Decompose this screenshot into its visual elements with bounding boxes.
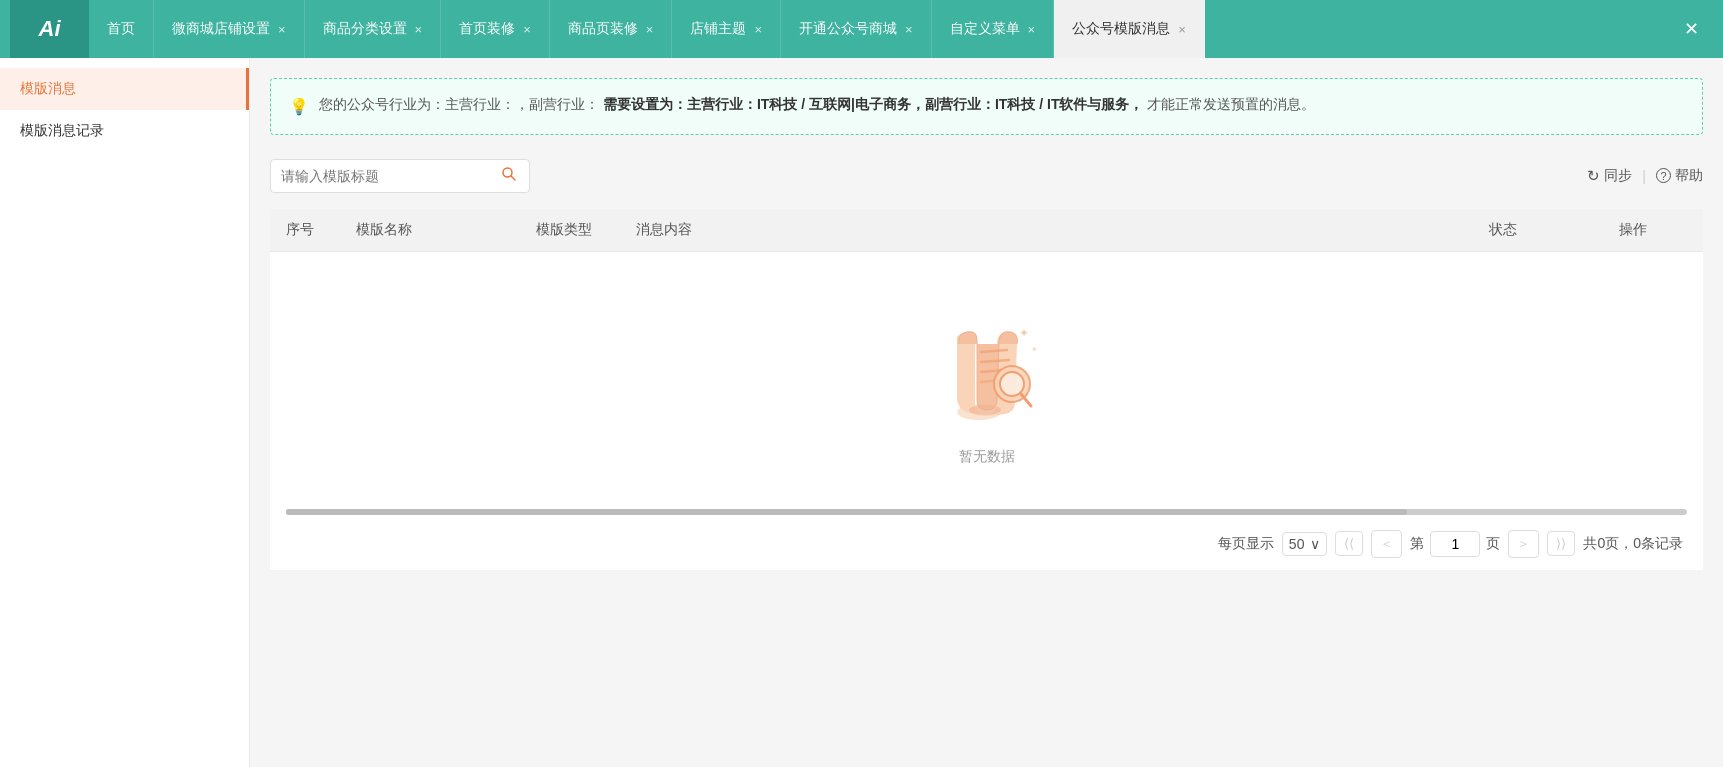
svg-text:✦: ✦ (1031, 345, 1038, 354)
sidebar-item-template-msg-label: 模版消息 (20, 80, 76, 96)
col-header-type: 模版类型 (520, 209, 620, 252)
nav-tab-weshop-setting[interactable]: 微商城店铺设置 × (154, 0, 305, 58)
notice-prefix: 您的公众号行业为：主营行业：，副营行业： (319, 96, 599, 112)
scrollbar-thumb (286, 509, 1407, 515)
sync-icon: ↻ (1587, 167, 1600, 185)
sidebar-item-template-msg-record[interactable]: 模版消息记录 (0, 110, 249, 152)
last-page-button[interactable]: ⟩⟩ (1547, 531, 1575, 556)
table-header-row: 序号 模版名称 模版类型 消息内容 状态 操作 (270, 209, 1703, 252)
empty-state: ✦ ✦ 暂无数据 (270, 252, 1703, 506)
notice-icon: 💡 (289, 94, 309, 120)
prev-page-button[interactable]: ＜ (1371, 530, 1402, 558)
per-page-value: 50 (1289, 536, 1305, 552)
search-input-wrap (270, 159, 530, 193)
help-button[interactable]: ? 帮助 (1656, 167, 1703, 185)
per-page-label: 每页显示 (1218, 535, 1274, 553)
empty-state-icon: ✦ ✦ (927, 312, 1047, 432)
chevron-down-icon: ∨ (1310, 536, 1320, 552)
nav-tab-template-message[interactable]: 公众号模版消息 × (1054, 0, 1205, 58)
next-page-button[interactable]: ＞ (1508, 530, 1539, 558)
nav-tab-store-theme[interactable]: 店铺主题 × (672, 0, 781, 58)
nav-tab-home[interactable]: 首页 (89, 0, 154, 58)
pagination: 每页显示 50 ∨ ⟨⟨ ＜ 第 页 ＞ ⟩⟩ 共0页，0条记录 (270, 518, 1703, 570)
notice-suffix: 才能正常发送预置的消息。 (1147, 96, 1315, 112)
svg-text:✦: ✦ (1019, 326, 1029, 340)
nav-tab-home-label: 首页 (107, 20, 135, 38)
sidebar-item-template-msg[interactable]: 模版消息 (0, 68, 249, 110)
sync-label: 同步 (1604, 167, 1632, 185)
col-header-name: 模版名称 (340, 209, 520, 252)
search-button[interactable] (499, 166, 519, 186)
nav-tab-product-page-decor-label: 商品页装修 (568, 20, 638, 38)
nav-tab-weshop-close[interactable]: × (278, 23, 286, 36)
top-nav: Ai 首页 微商城店铺设置 × 商品分类设置 × 首页装修 × 商品页装修 × … (0, 0, 1723, 58)
page-label-text: 第 (1410, 535, 1424, 553)
col-header-content: 消息内容 (620, 209, 1473, 252)
table-body: ✦ ✦ 暂无数据 (270, 251, 1703, 506)
svg-point-12 (969, 405, 1001, 415)
nav-tab-template-message-label: 公众号模版消息 (1072, 20, 1170, 38)
scrollbar-area (270, 506, 1703, 518)
app-logo: Ai (10, 0, 89, 58)
search-icon (501, 166, 517, 182)
search-bar: ↻ 同步 | ? 帮助 (270, 159, 1703, 193)
nav-tab-product-page-decor-close[interactable]: × (646, 23, 654, 36)
nav-tab-product-category-close[interactable]: × (415, 23, 423, 36)
sidebar: 模版消息 模版消息记录 (0, 58, 250, 767)
main-layout: 模版消息 模版消息记录 💡 您的公众号行业为：主营行业：，副营行业： 需要设置为… (0, 58, 1723, 767)
table-header: 序号 模版名称 模版类型 消息内容 状态 操作 (270, 209, 1703, 252)
empty-text: 暂无数据 (959, 448, 1015, 466)
nav-tab-open-wechat-mall[interactable]: 开通公众号商城 × (781, 0, 932, 58)
toolbar-divider: | (1642, 168, 1646, 184)
nav-tab-weshop-label: 微商城店铺设置 (172, 20, 270, 38)
toolbar-right: ↻ 同步 | ? 帮助 (1587, 167, 1703, 185)
help-icon: ? (1656, 168, 1671, 183)
data-table: 序号 模版名称 模版类型 消息内容 状态 操作 (270, 209, 1703, 506)
col-header-status: 状态 (1473, 209, 1603, 252)
nav-tab-home-decor-close[interactable]: × (523, 23, 531, 36)
search-input[interactable] (281, 168, 499, 184)
close-all-button[interactable]: ✕ (1670, 0, 1713, 58)
page-input-wrap: 第 页 (1410, 531, 1500, 557)
nav-tab-home-decor-label: 首页装修 (459, 20, 515, 38)
page-unit: 页 (1486, 535, 1500, 553)
nav-tab-open-wechat-mall-close[interactable]: × (905, 23, 913, 36)
nav-tab-open-wechat-mall-label: 开通公众号商城 (799, 20, 897, 38)
sidebar-item-template-msg-record-label: 模版消息记录 (20, 122, 104, 138)
per-page-select-wrap[interactable]: 50 ∨ (1282, 532, 1328, 556)
scrollbar-track (286, 509, 1687, 515)
col-header-action: 操作 (1603, 209, 1703, 252)
page-total: 共0页，0条记录 (1583, 535, 1683, 553)
help-label: 帮助 (1675, 167, 1703, 185)
table-wrapper: 序号 模版名称 模版类型 消息内容 状态 操作 (270, 209, 1703, 570)
nav-tab-product-page-decor[interactable]: 商品页装修 × (550, 0, 673, 58)
svg-point-8 (1000, 372, 1024, 396)
nav-tab-custom-menu-label: 自定义菜单 (950, 20, 1020, 38)
nav-tab-store-theme-close[interactable]: × (754, 23, 762, 36)
svg-line-1 (511, 176, 515, 180)
sync-button[interactable]: ↻ 同步 (1587, 167, 1632, 185)
nav-tab-store-theme-label: 店铺主题 (690, 20, 746, 38)
notice-text: 您的公众号行业为：主营行业：，副营行业： 需要设置为：主营行业：IT科技 / 互… (319, 93, 1684, 115)
content-area: 💡 您的公众号行业为：主营行业：，副营行业： 需要设置为：主营行业：IT科技 /… (250, 58, 1723, 767)
nav-tabs: 首页 微商城店铺设置 × 商品分类设置 × 首页装修 × 商品页装修 × 店铺主… (89, 0, 1670, 58)
first-page-button[interactable]: ⟨⟨ (1335, 531, 1363, 556)
nav-tab-custom-menu-close[interactable]: × (1028, 23, 1036, 36)
page-input[interactable] (1430, 531, 1480, 557)
nav-tab-product-category-label: 商品分类设置 (323, 20, 407, 38)
nav-tab-custom-menu[interactable]: 自定义菜单 × (932, 0, 1055, 58)
nav-tab-product-category[interactable]: 商品分类设置 × (305, 0, 442, 58)
table-empty-row: ✦ ✦ 暂无数据 (270, 251, 1703, 506)
notice-highlight: 需要设置为：主营行业：IT科技 / 互联网|电子商务，副营行业：IT科技 / I… (603, 96, 1144, 112)
col-header-seq: 序号 (270, 209, 340, 252)
notice-box: 💡 您的公众号行业为：主营行业：，副营行业： 需要设置为：主营行业：IT科技 /… (270, 78, 1703, 135)
nav-tab-template-message-close[interactable]: × (1178, 23, 1186, 36)
nav-tab-home-decor[interactable]: 首页装修 × (441, 0, 550, 58)
